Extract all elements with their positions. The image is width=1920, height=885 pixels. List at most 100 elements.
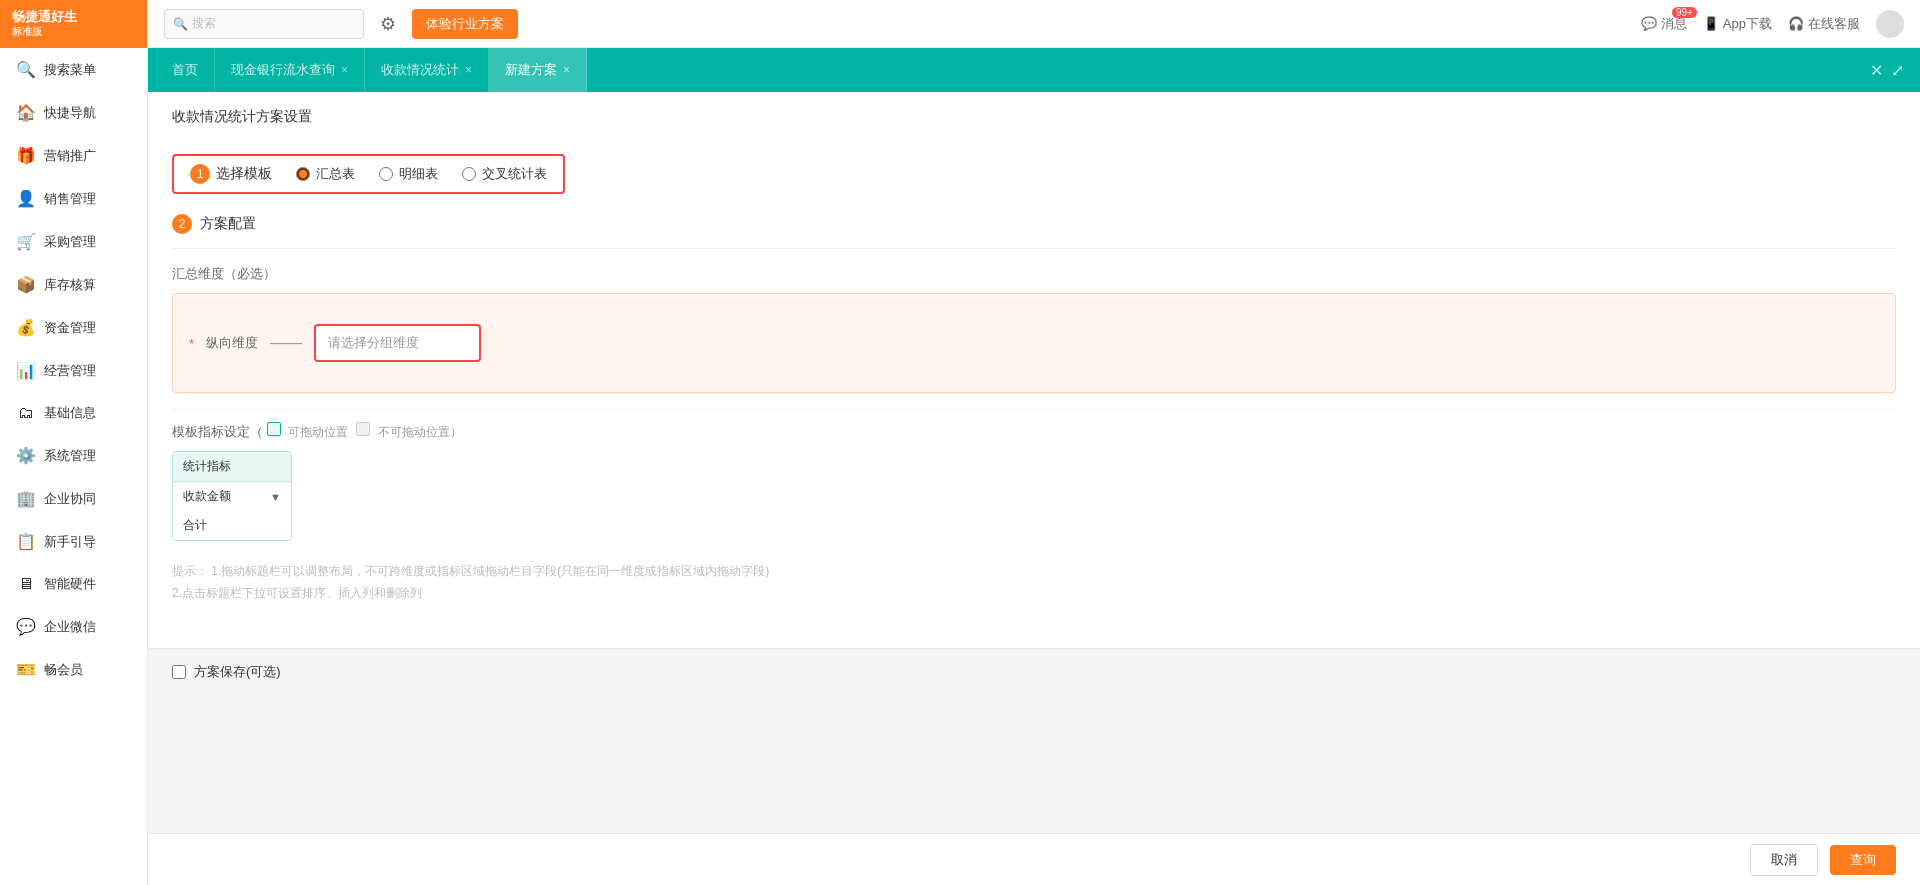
search-placeholder: 搜索 [192,15,216,32]
dim-row-label: 纵向维度 [206,334,258,352]
step2-header: 2 方案配置 [172,214,1896,234]
dim-selector-placeholder: 请选择分组维度 [328,335,419,350]
metrics-label-text: 模板指标设定（ [172,424,263,439]
folder-icon: 🗂 [16,404,36,422]
drag-yes-indicator [267,422,281,436]
sidebar-item-label: 资金管理 [44,319,96,337]
sidebar-item-label: 基础信息 [44,404,96,422]
sidebar-item-label: 经营管理 [44,362,96,380]
settings-icon[interactable]: ⚙ [380,13,396,35]
search-menu-icon: 🔍 [16,60,36,79]
content-inner: 收款情况统计方案设置 1 选择模板 汇总表 [148,92,1920,648]
logo-text: 畅捷通好生 [12,9,77,25]
radio-crosstab-label: 交叉统计表 [482,165,547,183]
main-area: 🔍 搜索 ⚙ 体验行业方案 💬 消息 99+ 📱 App下载 🎧 在线客服 首页 [148,0,1920,885]
logo-badge: 标准版 [12,25,77,39]
download-button[interactable]: 📱 App下载 [1703,15,1772,33]
message-button[interactable]: 💬 消息 99+ [1641,15,1687,33]
money-icon: 💰 [16,318,36,337]
radio-detail-label: 明细表 [399,165,438,183]
download-label: App下载 [1723,15,1772,33]
query-button[interactable]: 查询 [1830,845,1896,875]
download-icon: 📱 [1703,16,1719,31]
save-checkbox[interactable] [172,665,186,679]
tab-bank-flow-close[interactable]: × [341,63,348,77]
hint-line-2: 2.点击标题栏下拉可设置排序、插入列和删除列 [172,583,1896,605]
sidebar-item-label: 库存核算 [44,276,96,294]
tab-new-plan[interactable]: 新建方案 × [489,48,587,92]
sidebar-item-finance[interactable]: 💰 资金管理 [0,306,147,349]
step1-label: 选择模板 [216,165,272,183]
home-icon: 🏠 [16,103,36,122]
message-badge: 99+ [1672,7,1697,18]
sidebar-item-label: 企业协同 [44,490,96,508]
step1-header: 1 选择模板 汇总表 明细表 交叉统计表 [172,154,1896,194]
radio-summary[interactable]: 汇总表 [296,165,355,183]
radio-summary-label: 汇总表 [316,165,355,183]
radio-detail[interactable]: 明细表 [379,165,438,183]
sidebar-item-marketing[interactable]: 🎁 营销推广 [0,134,147,177]
sidebar-item-label: 智能硬件 [44,575,96,593]
tab-home[interactable]: 首页 [156,48,215,92]
sidebar: 畅捷通好生 标准版 🔍 搜索菜单 🏠 快捷导航 🎁 营销推广 👤 销售管理 🛒 … [0,0,148,885]
hint-section: 提示： 1.拖动标题栏可以调整布局，不可跨维度或指标区域拖动栏目字段(只能在同一… [172,561,1896,604]
content-area: 收款情况统计方案设置 1 选择模板 汇总表 [148,92,1920,885]
trial-button[interactable]: 体验行业方案 [412,9,518,39]
sidebar-item-member[interactable]: 🎫 畅会员 [0,648,147,691]
stats-item-0[interactable]: 收款金额 ▼ [173,482,291,511]
chart-icon: 📊 [16,361,36,380]
close-window-icon[interactable]: ✕ [1870,61,1883,80]
metrics-section: 模板指标设定（ 可拖动位置 不可拖动位置） 统计指标 收款金额 [172,409,1896,541]
tab-receipt-stats[interactable]: 收款情况统计 × [365,48,489,92]
sidebar-item-basic[interactable]: 🗂 基础信息 [0,392,147,434]
dropdown-icon-0[interactable]: ▼ [270,491,281,503]
sidebar-item-label: 畅会员 [44,661,83,679]
sidebar-item-sales[interactable]: 👤 销售管理 [0,177,147,220]
template-selection: 1 选择模板 汇总表 明细表 交叉统计表 [172,154,565,194]
drag-no-indicator [356,422,370,436]
stats-category-header: 统计指标 [173,452,291,482]
cancel-button[interactable]: 取消 [1750,844,1818,876]
sidebar-item-label: 营销推广 [44,147,96,165]
expand-window-icon[interactable]: ⤢ [1891,61,1904,80]
sidebar-item-wechat[interactable]: 💬 企业微信 [0,605,147,648]
guide-icon: 📋 [16,532,36,551]
cart-icon: 🛒 [16,232,36,251]
user-icon: 👤 [16,189,36,208]
search-box[interactable]: 🔍 搜索 [164,9,364,39]
sidebar-item-purchase[interactable]: 🛒 采购管理 [0,220,147,263]
sidebar-item-hardware[interactable]: 🖥 智能硬件 [0,563,147,605]
radio-summary-input[interactable] [296,167,310,181]
sidebar-item-label: 搜索菜单 [44,61,96,79]
service-button[interactable]: 🎧 在线客服 [1788,15,1860,33]
sidebar-item-operations[interactable]: 📊 经营管理 [0,349,147,392]
sidebar-item-label: 采购管理 [44,233,96,251]
tab-new-plan-label: 新建方案 [505,61,557,79]
dimension-subsection: 汇总维度（必选） * 纵向维度 —— 请选择分组维度 [172,265,1896,393]
sidebar-item-guide[interactable]: 📋 新手引导 [0,520,147,563]
sidebar-item-corp[interactable]: 🏢 企业协同 [0,477,147,520]
tab-new-plan-close[interactable]: × [563,63,570,77]
search-icon: 🔍 [173,17,188,31]
sidebar-item-search-menu[interactable]: 🔍 搜索菜单 [0,48,147,91]
sidebar-item-quick-nav[interactable]: 🏠 快捷导航 [0,91,147,134]
avatar[interactable] [1876,10,1904,38]
radio-crosstab[interactable]: 交叉统计表 [462,165,547,183]
hint-line-1: 提示： 1.拖动标题栏可以调整布局，不可跨维度或指标区域拖动栏目字段(只能在同一… [172,561,1896,583]
tabbar-actions: ✕ ⤢ [1870,61,1912,80]
sidebar-item-label: 新手引导 [44,533,96,551]
radio-crosstab-input[interactable] [462,167,476,181]
sidebar-item-label: 系统管理 [44,447,96,465]
drag-yes-text: 可拖动位置 [288,425,348,439]
save-label[interactable]: 方案保存(可选) [194,663,281,681]
tab-receipt-stats-close[interactable]: × [465,63,472,77]
sidebar-item-system[interactable]: ⚙️ 系统管理 [0,434,147,477]
drag-no-text: 不可拖动位置） [378,425,462,439]
service-label: 在线客服 [1808,15,1860,33]
dim-selector[interactable]: 请选择分组维度 [314,324,481,362]
radio-detail-input[interactable] [379,167,393,181]
step2-label: 方案配置 [200,215,256,233]
tabbar: 首页 现金银行流水查询 × 收款情况统计 × 新建方案 × ✕ ⤢ [148,48,1920,92]
tab-bank-flow[interactable]: 现金银行流水查询 × [215,48,365,92]
sidebar-item-inventory[interactable]: 📦 库存核算 [0,263,147,306]
